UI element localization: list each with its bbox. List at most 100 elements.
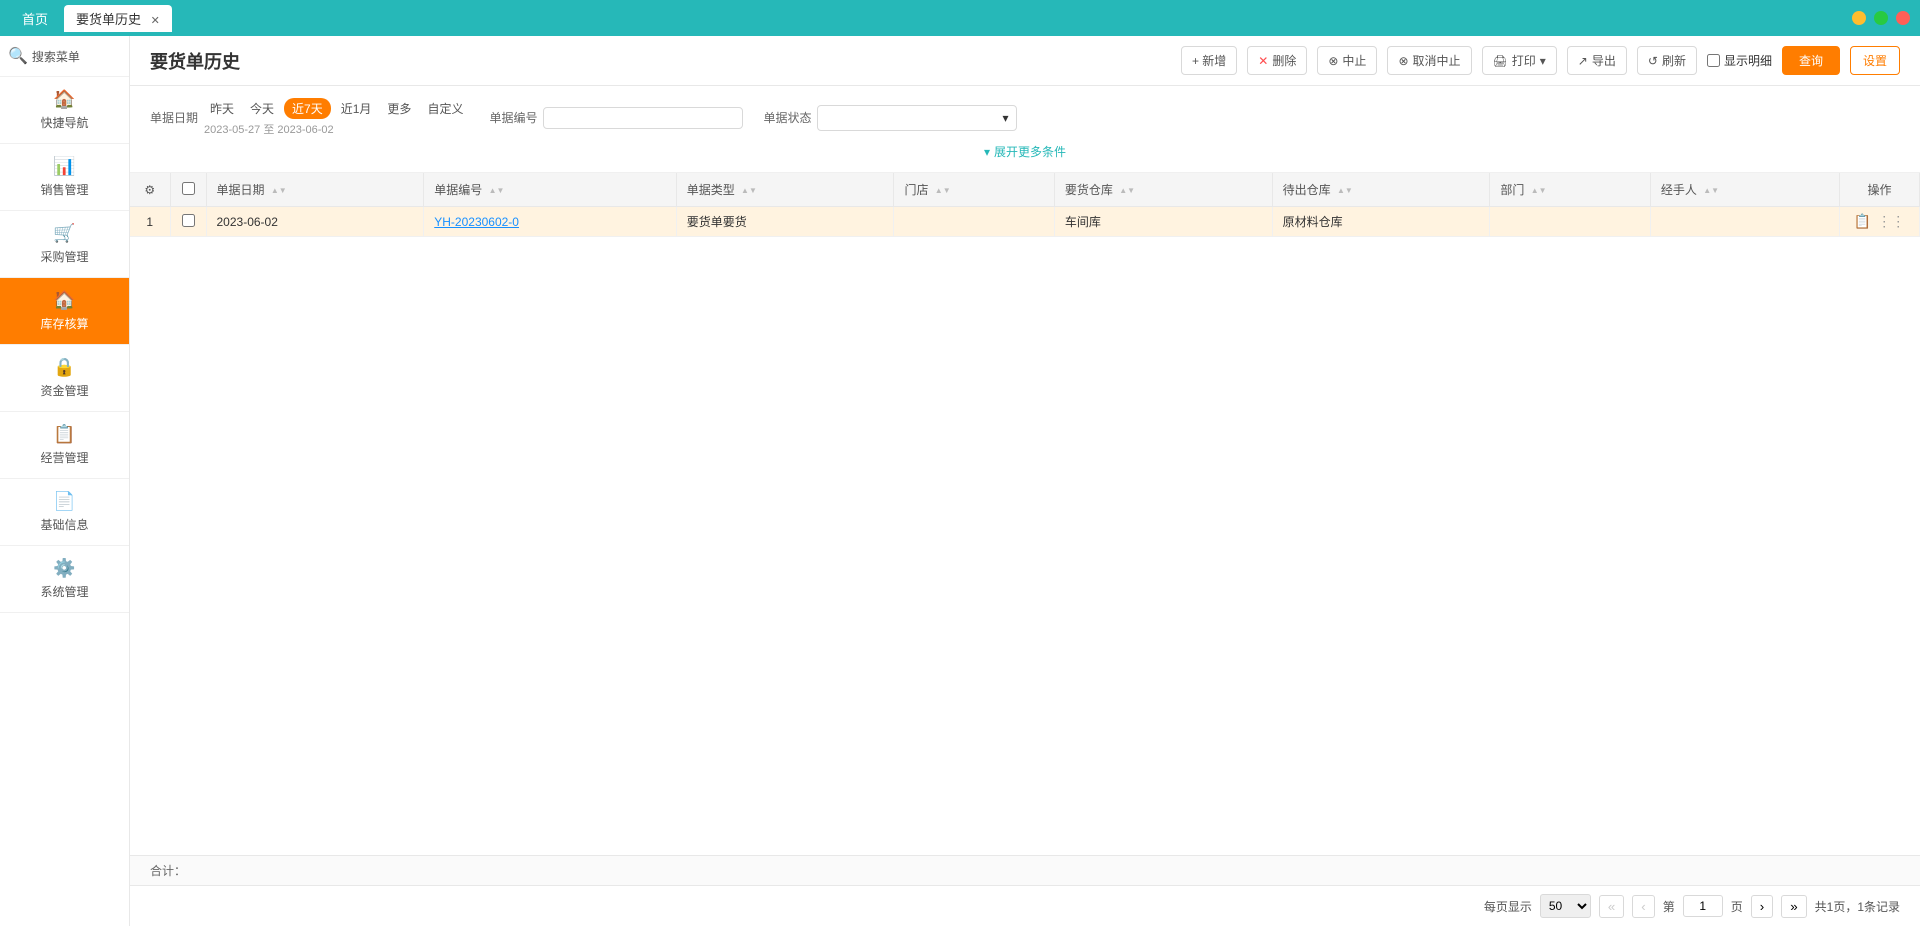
filter-row: 单据日期 昨天 今天 近7天 近1月 更多 自定义 2023-05-27 至 2… (150, 98, 1900, 137)
cell-doc-date: 2023-06-02 (206, 207, 424, 237)
expand-more-btn[interactable]: ▾ 展开更多条件 (150, 143, 1900, 160)
filter-bar: 单据日期 昨天 今天 近7天 近1月 更多 自定义 2023-05-27 至 2… (130, 86, 1920, 173)
date-btn-more[interactable]: 更多 (381, 98, 417, 119)
first-page-button[interactable]: « (1599, 895, 1624, 918)
table-container: ⚙ 单据日期 ▲▼ 单据编号 ▲▼ (130, 173, 1920, 855)
sidebar-item-inventory[interactable]: 🏠 库存核算 (0, 278, 129, 345)
col-store[interactable]: 门店 ▲▼ (894, 173, 1054, 207)
window-controls: − □ ✕ (1852, 11, 1910, 25)
prev-page-button[interactable]: ‹ (1632, 895, 1654, 918)
sidebar-item-label: 基础信息 (40, 516, 88, 533)
print-button[interactable]: 🖨 打印 ▾ (1482, 46, 1557, 75)
sidebar-item-label: 经营管理 (40, 449, 88, 466)
lock-icon: 🔒 (53, 357, 75, 378)
doc-type-value: 要货单要货 (687, 215, 747, 229)
cancel-stop-label: 取消中止 (1413, 52, 1461, 69)
tab-requisition-history[interactable]: 要货单历史 ✕ (64, 5, 172, 32)
sidebar: 🔍 搜索菜单 🏠 快捷导航 📊 销售管理 🛒 采购管理 🏠 库存核算 🔒 资金管… (0, 36, 130, 926)
sidebar-item-label: 资金管理 (40, 382, 88, 399)
refresh-button[interactable]: ↺ 刷新 (1637, 46, 1697, 75)
col-doc-date[interactable]: 单据日期 ▲▼ (206, 173, 424, 207)
col-doc-type[interactable]: 单据类型 ▲▼ (676, 173, 894, 207)
sort-icon: ▲▼ (1119, 186, 1135, 195)
col-handler[interactable]: 经手人 ▲▼ (1650, 173, 1839, 207)
cell-handler (1650, 207, 1839, 237)
delete-button[interactable]: ✕ 删除 (1247, 46, 1307, 75)
cell-department (1490, 207, 1650, 237)
show-detail-checkbox-label[interactable]: 显示明细 (1707, 52, 1772, 69)
sidebar-item-label: 销售管理 (40, 181, 88, 198)
stop-button[interactable]: ⊗ 中止 (1317, 46, 1377, 75)
col-pending-warehouse[interactable]: 待出仓库 ▲▼ (1272, 173, 1490, 207)
stop-label: 中止 (1342, 52, 1366, 69)
sidebar-item-sys-mgmt[interactable]: ⚙️ 系统管理 (0, 546, 129, 613)
sidebar-search[interactable]: 🔍 搜索菜单 (0, 36, 129, 77)
date-btn-today[interactable]: 今天 (244, 98, 280, 119)
table-header-row: ⚙ 单据日期 ▲▼ 单据编号 ▲▼ (130, 173, 1920, 207)
sidebar-item-basic-info[interactable]: 📄 基础信息 (0, 479, 129, 546)
sidebar-item-finance-mgmt[interactable]: 🔒 资金管理 (0, 345, 129, 412)
date-btn-7days[interactable]: 近7天 (284, 98, 331, 119)
sidebar-item-quick-nav[interactable]: 🏠 快捷导航 (0, 77, 129, 144)
show-detail-checkbox[interactable] (1707, 54, 1720, 67)
cell-store (894, 207, 1054, 237)
col-req-warehouse[interactable]: 要货仓库 ▲▼ (1054, 173, 1272, 207)
table-footer: 合计： (130, 855, 1920, 885)
doc-number-link[interactable]: YH-20230602-0 (434, 215, 519, 229)
sort-icon: ▲▼ (1703, 186, 1719, 195)
new-button[interactable]: + 新增 (1181, 46, 1237, 75)
per-page-select[interactable]: 10 20 50 100 (1540, 894, 1591, 918)
tab-list: 首页 要货单历史 ✕ (10, 5, 1852, 32)
export-button[interactable]: ↗ 导出 (1567, 46, 1627, 75)
col-department[interactable]: 部门 ▲▼ (1490, 173, 1650, 207)
next-page-button[interactable]: › (1751, 895, 1773, 918)
date-btn-yesterday[interactable]: 昨天 (204, 98, 240, 119)
tab-close-icon[interactable]: ✕ (151, 15, 160, 27)
tab-home-label: 首页 (22, 12, 48, 27)
date-filter-label: 单据日期 (150, 109, 198, 126)
row-number: 1 (146, 215, 153, 229)
print-label: 打印 (1512, 52, 1536, 69)
page-jump-label: 第 (1663, 898, 1675, 915)
sidebar-item-purchase-mgmt[interactable]: 🛒 采购管理 (0, 211, 129, 278)
more-icon[interactable]: ⋮⋮ (1877, 213, 1905, 230)
doc-number-label: 单据编号 (489, 109, 537, 126)
pagination-summary: 共1页，1条记录 (1815, 898, 1900, 915)
col-settings[interactable]: ⚙ (130, 173, 170, 207)
date-btn-1month[interactable]: 近1月 (335, 98, 378, 119)
sort-icon: ▲▼ (489, 186, 505, 195)
select-all-checkbox[interactable] (182, 182, 195, 195)
cell-doc-number: YH-20230602-0 (424, 207, 676, 237)
tab-requisition-label: 要货单历史 (76, 12, 141, 27)
query-button[interactable]: 查询 (1782, 46, 1840, 75)
date-filter-controls: 昨天 今天 近7天 近1月 更多 自定义 2023-05-27 至 2023-0… (204, 98, 469, 137)
sort-icon: ▲▼ (741, 186, 757, 195)
sort-icon: ▲▼ (1531, 186, 1547, 195)
row-checkbox[interactable] (182, 214, 195, 227)
last-page-button[interactable]: » (1781, 895, 1806, 918)
col-doc-number[interactable]: 单据编号 ▲▼ (424, 173, 676, 207)
page-number-input[interactable] (1683, 895, 1723, 917)
settings-button[interactable]: 设置 (1850, 46, 1900, 75)
date-btn-custom[interactable]: 自定义 (421, 98, 469, 119)
close-button[interactable]: ✕ (1896, 11, 1910, 25)
per-page-label: 每页显示 (1484, 898, 1532, 915)
doc-number-input[interactable] (543, 107, 743, 129)
tab-home[interactable]: 首页 (10, 5, 60, 32)
doc-status-select[interactable]: ▾ (817, 105, 1017, 131)
sidebar-item-sales-mgmt[interactable]: 📊 销售管理 (0, 144, 129, 211)
pending-warehouse-value: 原材料仓库 (1283, 215, 1343, 229)
edit-icon[interactable]: 📋 (1854, 213, 1871, 230)
cell-req-warehouse: 车间库 (1054, 207, 1272, 237)
cancel-stop-button[interactable]: ⊗ 取消中止 (1387, 46, 1471, 75)
maximize-button[interactable]: □ (1874, 11, 1888, 25)
gear-icon: ⚙️ (53, 558, 75, 579)
page-label: 页 (1731, 898, 1743, 915)
minimize-button[interactable]: − (1852, 11, 1866, 25)
settings-icon[interactable]: ⚙ (144, 183, 155, 197)
page-title: 要货单历史 (150, 48, 240, 74)
doc-icon: 📄 (53, 491, 75, 512)
home-icon: 🏠 (53, 89, 75, 110)
sidebar-item-ops-mgmt[interactable]: 📋 经营管理 (0, 412, 129, 479)
sidebar-item-label: 系统管理 (40, 583, 88, 600)
